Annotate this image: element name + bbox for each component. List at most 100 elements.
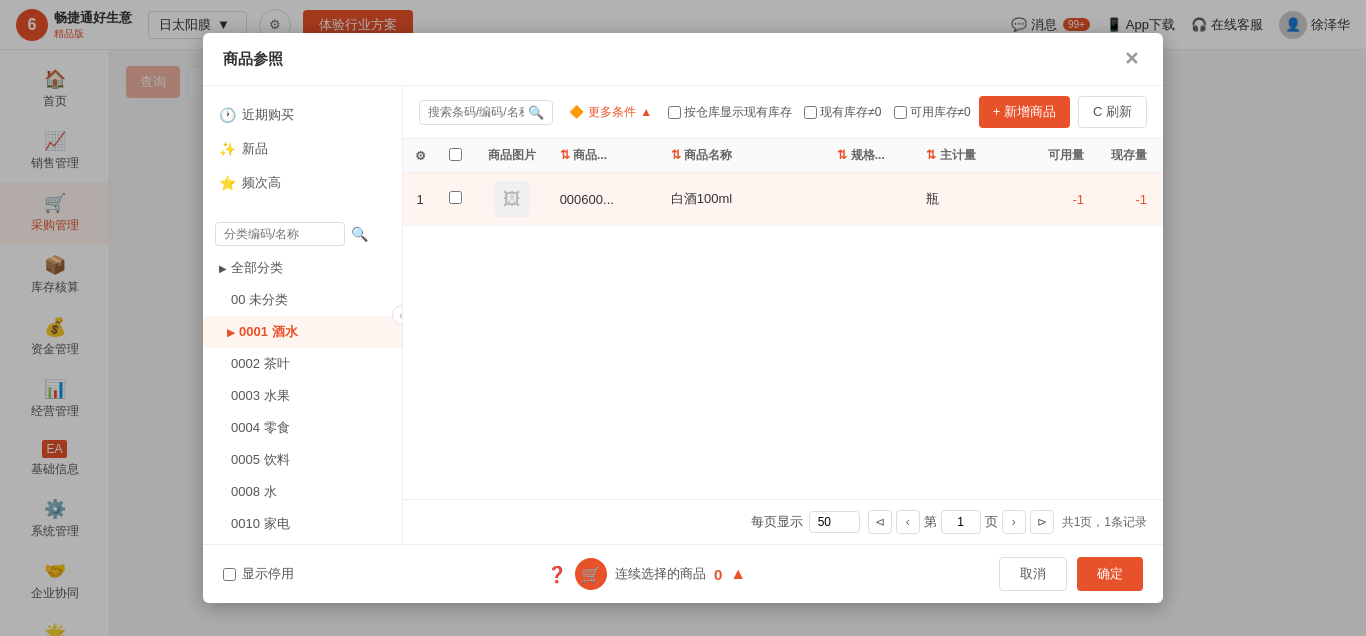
right-panel: 🔍 🔶 更多条件 ▲ 按仓库显示现有库存 — [403, 86, 1163, 544]
col-header-settings: ⚙ — [403, 139, 437, 173]
per-page-select[interactable]: 50 100 — [809, 511, 860, 533]
category-0010-label: 0010 家电 — [231, 515, 290, 533]
left-panel-recent[interactable]: 🕐 近期购买 — [203, 98, 402, 132]
product-image: 🖼 — [494, 181, 530, 217]
category-00[interactable]: 00 未分类 — [203, 284, 402, 316]
category-0010[interactable]: 0010 家电 — [203, 508, 402, 540]
filter-button[interactable]: 🔶 更多条件 ▲ — [561, 100, 660, 125]
col-header-avail: 可用量 — [1005, 139, 1094, 173]
row-avail-cell: -1 — [1005, 173, 1094, 226]
new-label: 新品 — [242, 140, 268, 158]
category-0004[interactable]: 0004 零食 — [203, 412, 402, 444]
sort-icon-name: ⇅ — [671, 148, 681, 162]
product-reference-modal: 商品参照 ✕ 🕐 近期购买 ✨ 新品 ⭐ 频次高 — [203, 33, 1163, 603]
row-num: 1 — [403, 173, 437, 226]
page-summary: 共1页，1条记录 — [1062, 514, 1147, 531]
checkbox-current-stock[interactable]: 现有库存≠0 — [804, 104, 881, 121]
product-table: ⚙ 商品图片 ⇅ 商品... — [403, 139, 1163, 226]
filter-arrow-icon: ▲ — [640, 105, 652, 119]
category-search-row: 🔍 — [203, 216, 402, 252]
row-checkbox-cell — [437, 173, 474, 226]
col-header-spec[interactable]: ⇅ 规格... — [827, 139, 916, 173]
checkbox-warehouse-stock-label: 按仓库显示现有库存 — [684, 104, 792, 121]
select-all-checkbox[interactable] — [449, 148, 462, 161]
col-header-checkbox — [437, 139, 474, 173]
checkbox-warehouse-stock[interactable]: 按仓库显示现有库存 — [668, 104, 792, 121]
modal-header: 商品参照 ✕ — [203, 33, 1163, 86]
category-0005[interactable]: 0005 饮料 — [203, 444, 402, 476]
page-navigation: ⊲ ‹ 第 页 › ⊳ — [868, 510, 1054, 534]
checkbox-available-stock[interactable]: 可用库存≠0 — [894, 104, 971, 121]
category-0008[interactable]: 0008 水 — [203, 476, 402, 508]
sort-icon-unit: ⇅ — [926, 148, 936, 162]
row-code: 000600... — [560, 192, 614, 207]
search-icon: 🔍 — [528, 105, 544, 120]
add-product-button[interactable]: + 新增商品 — [979, 96, 1070, 128]
category-search-icon[interactable]: 🔍 — [351, 226, 368, 242]
category-0003[interactable]: 0003 水果 — [203, 380, 402, 412]
last-page-button[interactable]: ⊳ — [1030, 510, 1054, 534]
row-stock: -1 — [1135, 192, 1147, 207]
category-0008-label: 0008 水 — [231, 483, 277, 501]
arrow-icon: ▶ — [219, 263, 227, 274]
category-0002[interactable]: 0002 茶叶 — [203, 348, 402, 380]
recent-icon: 🕐 — [219, 107, 236, 123]
product-search-bar: 🔍 — [419, 100, 553, 125]
footer-center: ❓ 🛒 连续选择的商品 0 ▲ — [547, 558, 746, 590]
checkbox-available-stock-input[interactable] — [894, 106, 907, 119]
row-img-cell: 🖼 — [474, 173, 550, 226]
category-0001-label: 0001 酒水 — [239, 323, 298, 341]
collapse-icon[interactable]: ▲ — [730, 565, 746, 583]
product-table-container: ⚙ 商品图片 ⇅ 商品... — [403, 139, 1163, 499]
row-code-cell: 000600... — [550, 173, 661, 226]
cart-icon: 🛒 — [575, 558, 607, 590]
category-all[interactable]: ▶ 全部分类 — [203, 252, 402, 284]
action-buttons: + 新增商品 C 刷新 — [979, 96, 1147, 128]
category-00-label: 00 未分类 — [231, 291, 288, 309]
cart-label: 连续选择的商品 — [615, 565, 706, 583]
col-header-img: 商品图片 — [474, 139, 550, 173]
first-page-button[interactable]: ⊲ — [868, 510, 892, 534]
product-search-input[interactable] — [428, 105, 524, 119]
col-header-unit[interactable]: ⇅ 主计量 — [916, 139, 1005, 173]
col-header-code[interactable]: ⇅ 商品... — [550, 139, 661, 173]
filter-checkboxes: 按仓库显示现有库存 现有库存≠0 可用库存≠0 — [668, 104, 971, 121]
help-icon[interactable]: ❓ — [547, 565, 567, 584]
next-page-button[interactable]: › — [1002, 510, 1026, 534]
sort-icon-spec: ⇅ — [837, 148, 847, 162]
filter-icon: 🔶 — [569, 105, 584, 119]
active-arrow-icon: ▶ — [227, 327, 235, 338]
frequent-label: 频次高 — [242, 174, 281, 192]
recent-label: 近期购买 — [242, 106, 294, 124]
row-spec-cell — [827, 173, 916, 226]
row-unit-cell: 瓶 — [916, 173, 1005, 226]
row-avail: -1 — [1072, 192, 1084, 207]
modal-title: 商品参照 — [223, 50, 283, 69]
cart-count: 0 — [714, 566, 722, 583]
category-0001[interactable]: ▶ 0001 酒水 — [203, 316, 402, 348]
row-checkbox[interactable] — [449, 191, 462, 204]
modal-body: 🕐 近期购买 ✨ 新品 ⭐ 频次高 🔍 — [203, 86, 1163, 544]
checkbox-current-stock-input[interactable] — [804, 106, 817, 119]
col-header-name[interactable]: ⇅ 商品名称 — [661, 139, 828, 173]
category-0003-label: 0003 水果 — [231, 387, 290, 405]
display-disabled-checkbox[interactable] — [223, 568, 236, 581]
page-size-selector: 每页显示 50 100 — [751, 511, 860, 533]
row-unit: 瓶 — [926, 191, 939, 206]
refresh-button[interactable]: C 刷新 — [1078, 96, 1147, 128]
category-search-input[interactable] — [215, 222, 345, 246]
confirm-button[interactable]: 确定 — [1077, 557, 1143, 591]
modal-close-button[interactable]: ✕ — [1119, 47, 1143, 71]
prev-page-button[interactable]: ‹ — [896, 510, 920, 534]
table-row[interactable]: 1 🖼 000600... — [403, 173, 1163, 226]
display-disabled-label: 显示停用 — [242, 565, 294, 583]
checkbox-warehouse-stock-input[interactable] — [668, 106, 681, 119]
left-panel-frequent[interactable]: ⭐ 频次高 — [203, 166, 402, 200]
cancel-button[interactable]: 取消 — [999, 557, 1067, 591]
modal-overlay: 商品参照 ✕ 🕐 近期购买 ✨ 新品 ⭐ 频次高 — [0, 0, 1366, 636]
checkbox-current-stock-label: 现有库存≠0 — [820, 104, 881, 121]
left-panel-new[interactable]: ✨ 新品 — [203, 132, 402, 166]
modal-footer: 显示停用 ❓ 🛒 连续选择的商品 0 ▲ 取消 确定 — [203, 544, 1163, 603]
page-number-input[interactable] — [941, 510, 981, 534]
page-label: 第 — [924, 513, 937, 531]
